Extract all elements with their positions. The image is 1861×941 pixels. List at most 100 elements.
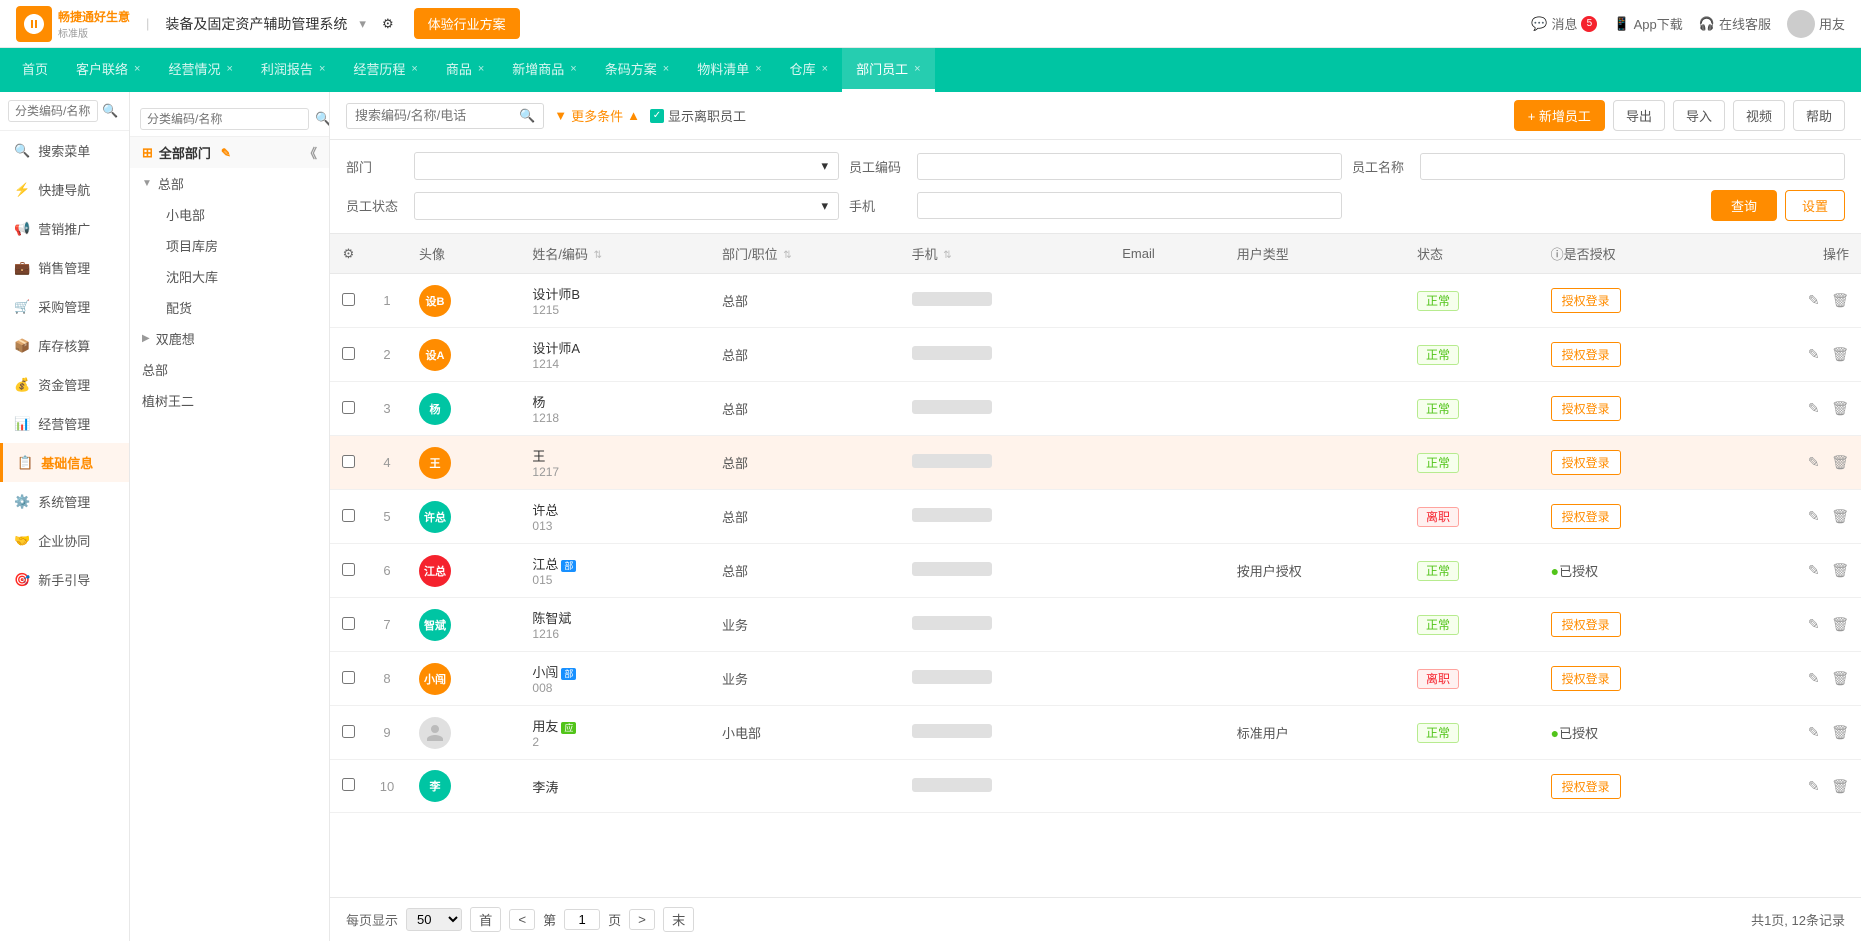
sidebar-item-system[interactable]: ⚙️系统管理	[0, 482, 129, 521]
row-settings-3[interactable]	[330, 436, 367, 490]
tab-customer[interactable]: 客户联络 ×	[62, 48, 154, 92]
edit-icon-0[interactable]: ✎	[1808, 292, 1820, 308]
sidebar-item-finance[interactable]: 💰资金管理	[0, 365, 129, 404]
col-dept[interactable]: 部门/职位 ⇅	[710, 234, 900, 274]
row-settings-8[interactable]	[330, 706, 367, 760]
dept-edit-icon[interactable]: ✎	[221, 146, 231, 160]
sidebar-item-collab[interactable]: 🤝企业协同	[0, 521, 129, 560]
tab-dept-employee[interactable]: 部门员工 ×	[842, 48, 934, 92]
delete-icon-2[interactable]: 🗑	[1831, 400, 1849, 416]
row-settings-4[interactable]	[330, 490, 367, 544]
prev-page-btn[interactable]: <	[509, 909, 535, 930]
dept-item-xiaodian[interactable]: 小电部	[130, 199, 329, 230]
dept-search-icon[interactable]: 🔍	[315, 111, 330, 127]
dept-item-xiangmu[interactable]: 项目库房	[130, 230, 329, 261]
edit-icon-9[interactable]: ✎	[1808, 778, 1820, 794]
add-employee-button[interactable]: + 新增员工	[1514, 100, 1605, 131]
sidebar-search-icon[interactable]: 🔍	[102, 103, 118, 119]
show-resigned-toggle[interactable]: ✓ 显示离职员工	[650, 106, 746, 125]
show-resigned-checkbox[interactable]: ✓	[650, 109, 664, 123]
tab-barcode[interactable]: 条码方案 ×	[591, 48, 683, 92]
sidebar-item-search[interactable]: 🔍搜索菜单	[0, 131, 129, 170]
dept-item-zongbu2[interactable]: 总部	[130, 354, 329, 385]
edit-icon-8[interactable]: ✎	[1808, 724, 1820, 740]
auth-btn-0[interactable]: 授权登录	[1551, 288, 1621, 313]
delete-icon-1[interactable]: 🗑	[1831, 346, 1849, 362]
edit-icon-3[interactable]: ✎	[1808, 454, 1820, 470]
sidebar-search-input[interactable]	[8, 100, 98, 122]
sidebar-item-sales[interactable]: 💼销售管理	[0, 248, 129, 287]
dept-item-zongbu[interactable]: ▼ 总部	[130, 168, 329, 199]
col-phone[interactable]: 手机 ⇅	[900, 234, 1111, 274]
sidebar-item-quicknav[interactable]: ⚡快捷导航	[0, 170, 129, 209]
query-button[interactable]: 查询	[1711, 190, 1777, 221]
auth-btn-6[interactable]: 授权登录	[1551, 612, 1621, 637]
title-dropdown-icon[interactable]: ▾	[359, 16, 366, 32]
auth-btn-7[interactable]: 授权登录	[1551, 666, 1621, 691]
trial-button[interactable]: 体验行业方案	[414, 8, 520, 39]
tab-warehouse[interactable]: 仓库 ×	[776, 48, 842, 92]
tab-bom[interactable]: 物料清单 ×	[683, 48, 775, 92]
auth-btn-9[interactable]: 授权登录	[1551, 774, 1621, 799]
help-button[interactable]: 帮助	[1793, 100, 1845, 131]
edit-icon-1[interactable]: ✎	[1808, 346, 1820, 362]
sidebar-item-marketing[interactable]: 📢营销推广	[0, 209, 129, 248]
dept-item-peihuo[interactable]: 配货	[130, 292, 329, 323]
last-page-btn[interactable]: 末	[663, 907, 694, 932]
set-button[interactable]: 设置	[1785, 190, 1845, 221]
tab-history[interactable]: 经营历程 ×	[339, 48, 431, 92]
next-page-btn[interactable]: >	[629, 909, 655, 930]
edit-icon-2[interactable]: ✎	[1808, 400, 1820, 416]
tab-add-goods[interactable]: 新增商品 ×	[498, 48, 590, 92]
dept-filter-select[interactable]: ▾	[414, 152, 839, 180]
row-settings-6[interactable]	[330, 598, 367, 652]
edit-icon-7[interactable]: ✎	[1808, 670, 1820, 686]
tab-operation[interactable]: 经营情况 ×	[154, 48, 246, 92]
delete-icon-6[interactable]: 🗑	[1831, 616, 1849, 632]
dept-item-shuangluxiang[interactable]: ▶ 双鹿想	[130, 323, 329, 354]
sidebar-item-basic[interactable]: 📋基础信息	[0, 443, 129, 482]
row-settings-5[interactable]	[330, 544, 367, 598]
dept-collapse-icon[interactable]: 《	[304, 143, 317, 162]
row-settings-0[interactable]	[330, 274, 367, 328]
sidebar-item-guide[interactable]: 🎯新手引导	[0, 560, 129, 599]
emp-code-input[interactable]	[917, 153, 1342, 180]
employee-search-input[interactable]	[355, 108, 515, 123]
sidebar-item-purchase[interactable]: 🛒采购管理	[0, 287, 129, 326]
col-name[interactable]: 姓名/编码 ⇅	[520, 234, 710, 274]
tab-home[interactable]: 首页	[8, 48, 62, 92]
edit-icon-6[interactable]: ✎	[1808, 616, 1820, 632]
sidebar-item-management[interactable]: 📊经营管理	[0, 404, 129, 443]
row-settings-9[interactable]	[330, 760, 367, 813]
edit-icon-5[interactable]: ✎	[1808, 562, 1820, 578]
auth-btn-2[interactable]: 授权登录	[1551, 396, 1621, 421]
import-button[interactable]: 导入	[1673, 100, 1725, 131]
messages-action[interactable]: 💬 消息 5	[1531, 14, 1597, 33]
page-size-select[interactable]: 50 100	[406, 908, 462, 931]
dept-item-shenyang[interactable]: 沈阳大库	[130, 261, 329, 292]
col-settings[interactable]: ⚙	[330, 234, 367, 274]
delete-icon-7[interactable]: 🗑	[1831, 670, 1849, 686]
emp-status-select[interactable]: ▾	[414, 192, 839, 220]
sidebar-item-inventory[interactable]: 📦库存核算	[0, 326, 129, 365]
auth-btn-3[interactable]: 授权登录	[1551, 450, 1621, 475]
emp-name-input[interactable]	[1420, 153, 1845, 180]
view-button[interactable]: 视频	[1733, 100, 1785, 131]
delete-icon-3[interactable]: 🗑	[1831, 454, 1849, 470]
delete-icon-9[interactable]: 🗑	[1831, 778, 1849, 794]
app-download-action[interactable]: 📱 App下载	[1613, 14, 1682, 33]
tab-profit[interactable]: 利润报告 ×	[247, 48, 339, 92]
tab-goods[interactable]: 商品 ×	[432, 48, 498, 92]
row-settings-7[interactable]	[330, 652, 367, 706]
more-filter-btn[interactable]: ▼ 更多条件 ▲	[554, 106, 640, 125]
search-icon[interactable]: 🔍	[519, 108, 535, 124]
user-action[interactable]: 用友	[1787, 10, 1845, 38]
auth-btn-4[interactable]: 授权登录	[1551, 504, 1621, 529]
dept-search-input[interactable]	[140, 108, 309, 130]
settings-icon[interactable]: ⚙	[382, 16, 394, 32]
edit-icon-4[interactable]: ✎	[1808, 508, 1820, 524]
phone-input[interactable]	[917, 192, 1342, 219]
row-settings-2[interactable]	[330, 382, 367, 436]
delete-icon-0[interactable]: 🗑	[1831, 292, 1849, 308]
delete-icon-5[interactable]: 🗑	[1831, 562, 1849, 578]
